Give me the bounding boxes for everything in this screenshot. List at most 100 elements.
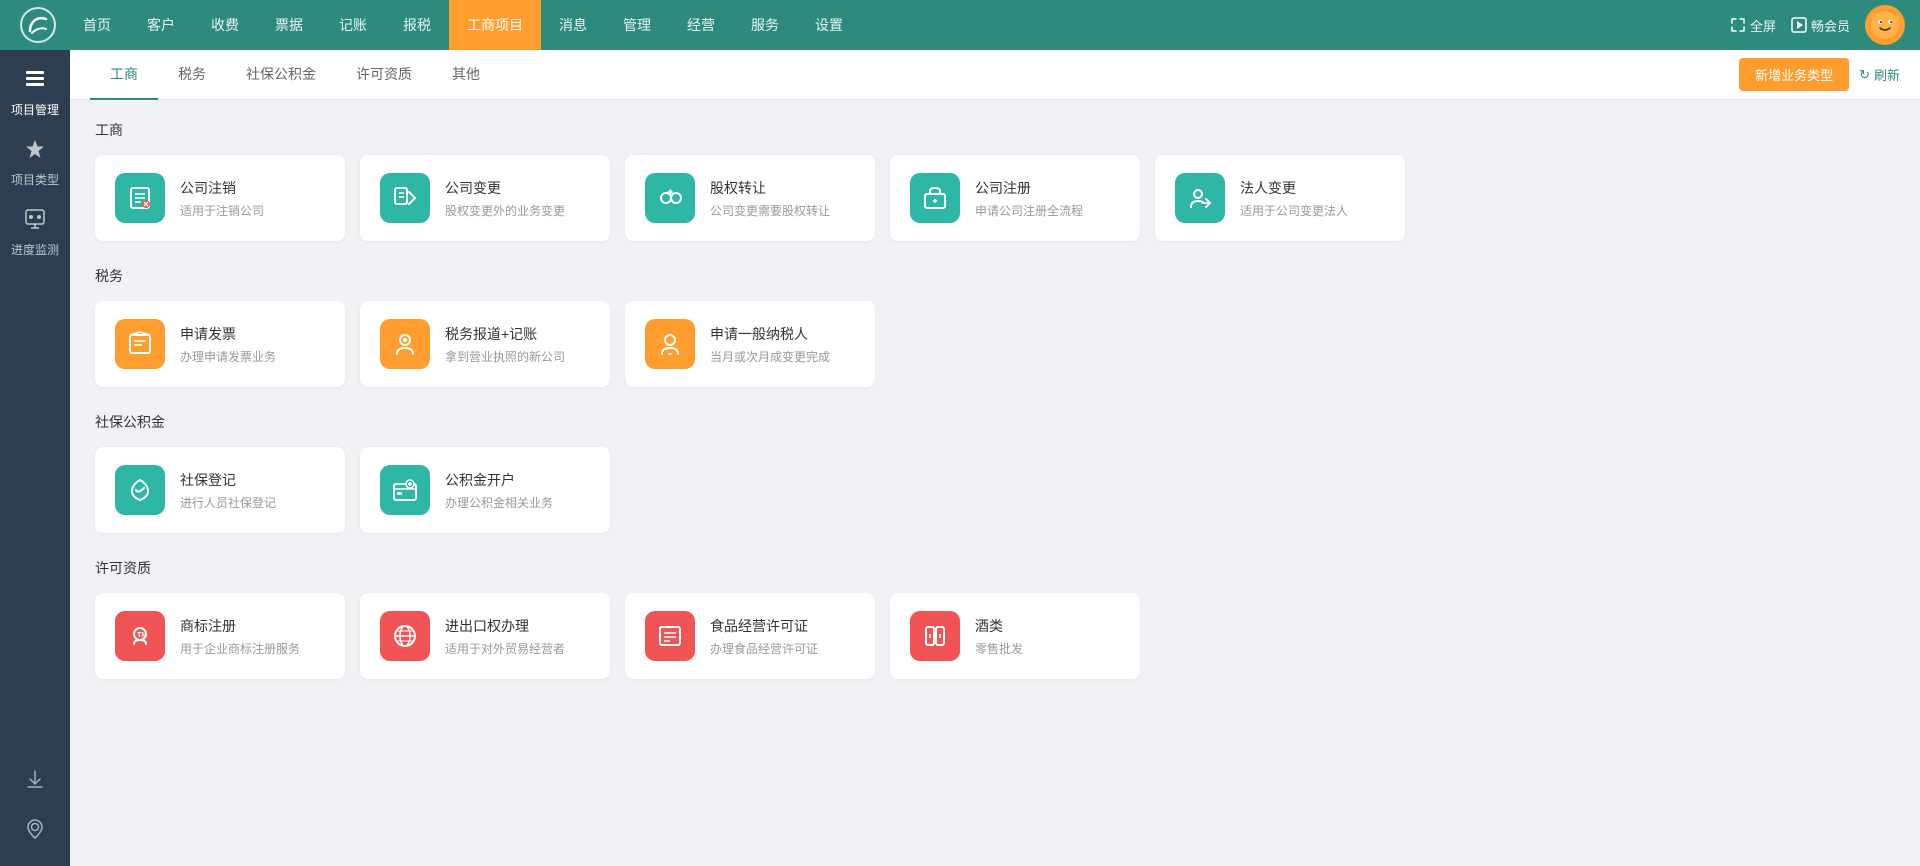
tab-social-insurance[interactable]: 社保公积金 — [226, 50, 336, 100]
card-desc-fund-account: 办理公积金相关业务 — [445, 494, 553, 511]
play-icon — [1791, 17, 1807, 33]
sidebar: 项目管理 项目类型 进度监测 — [0, 50, 70, 866]
card-icon-legal-change — [1175, 173, 1225, 223]
card-icon-apply-invoice — [115, 319, 165, 369]
card-apply-invoice[interactable]: 申请发票 办理申请发票业务 — [95, 301, 345, 387]
card-info-trademark: 商标注册 用于企业商标注册服务 — [180, 616, 300, 657]
card-info-alcohol: 酒类 零售批发 — [975, 616, 1023, 657]
card-title-tax-report: 税务报道+记账 — [445, 324, 565, 344]
card-info-apply-invoice: 申请发票 办理申请发票业务 — [180, 324, 276, 365]
card-title-trademark: 商标注册 — [180, 616, 300, 636]
nav-home[interactable]: 首页 — [65, 0, 129, 50]
tab-bar: 工商 税务 社保公积金 许可资质 其他 新增业务类型 ↻ 刷新 — [70, 50, 1920, 100]
card-desc-social-register: 进行人员社保登记 — [180, 494, 276, 511]
card-desc-import-export: 适用于对外贸易经营者 — [445, 640, 565, 657]
tab-commerce[interactable]: 工商 — [90, 50, 158, 100]
nav-message[interactable]: 消息 — [541, 0, 605, 50]
nav-tax[interactable]: 报税 — [385, 0, 449, 50]
card-info-social-register: 社保登记 进行人员社保登记 — [180, 470, 276, 511]
card-social-register[interactable]: 社保登记 进行人员社保登记 — [95, 447, 345, 533]
card-desc-alcohol: 零售批发 — [975, 640, 1023, 657]
card-icon-equity-transfer — [645, 173, 695, 223]
card-desc-company-register: 申请公司注册全流程 — [975, 202, 1083, 219]
tab-tax[interactable]: 税务 — [158, 50, 226, 100]
card-trademark[interactable]: TM 商标注册 用于企业商标注册服务 — [95, 593, 345, 679]
nav-client[interactable]: 客户 — [129, 0, 193, 50]
refresh-icon: ↻ — [1859, 67, 1870, 83]
nav-accounting[interactable]: 记账 — [321, 0, 385, 50]
sidebar-item-progress-monitor[interactable]: 进度监测 — [0, 200, 70, 265]
nav-fee[interactable]: 收费 — [193, 0, 257, 50]
card-legal-change[interactable]: 法人变更 适用于公司变更法人 — [1155, 155, 1405, 241]
card-tax-report[interactable]: 税务报道+记账 拿到营业执照的新公司 — [360, 301, 610, 387]
nav-manage[interactable]: 管理 — [605, 0, 669, 50]
section-title-permit: 许可资质 — [95, 558, 1895, 578]
sidebar-item-project-type[interactable]: 项目类型 — [0, 130, 70, 195]
top-nav-right: 全屏 畅会员 — [1730, 5, 1920, 45]
card-title-company-cancel: 公司注销 — [180, 178, 264, 198]
card-desc-equity-transfer: 公司变更需要股权转让 — [710, 202, 830, 219]
refresh-label: 刷新 — [1874, 65, 1900, 84]
section-title-commerce: 工商 — [95, 120, 1895, 140]
card-icon-alcohol — [910, 611, 960, 661]
card-import-export[interactable]: 进出口权办理 适用于对外贸易经营者 — [360, 593, 610, 679]
card-info-general-taxpayer: 申请一般纳税人 当月或次月成变更完成 — [710, 324, 830, 365]
card-info-food-permit: 食品经营许可证 办理食品经营许可证 — [710, 616, 818, 657]
card-icon-tax-report — [380, 319, 430, 369]
top-nav: 首页 客户 收费 票据 记账 报税 工商项目 消息 管理 经营 服务 设置 全屏… — [0, 0, 1920, 50]
nav-operation[interactable]: 经营 — [669, 0, 733, 50]
card-company-change[interactable]: 公司变更 股权变更外的业务变更 — [360, 155, 610, 241]
card-title-alcohol: 酒类 — [975, 616, 1023, 636]
refresh-button[interactable]: ↻ 刷新 — [1859, 65, 1900, 84]
download-button[interactable] — [0, 756, 70, 801]
nav-commerce[interactable]: 工商项目 — [449, 0, 541, 50]
tab-actions: 新增业务类型 ↻ 刷新 — [1739, 58, 1900, 91]
sidebar-label-project-type: 项目类型 — [11, 171, 59, 188]
nav-service[interactable]: 服务 — [733, 0, 797, 50]
monitor-icon — [24, 208, 46, 236]
top-nav-menu: 首页 客户 收费 票据 记账 报税 工商项目 消息 管理 经营 服务 设置 — [65, 0, 1730, 50]
card-title-company-change: 公司变更 — [445, 178, 565, 198]
add-service-type-button[interactable]: 新增业务类型 — [1739, 58, 1849, 91]
location-button[interactable] — [0, 806, 70, 851]
tab-other[interactable]: 其他 — [432, 50, 500, 100]
card-company-cancel[interactable]: 公司注销 适用于注销公司 — [95, 155, 345, 241]
card-fund-account[interactable]: 公积金开户 办理公积金相关业务 — [360, 447, 610, 533]
card-icon-social-register — [115, 465, 165, 515]
card-title-company-register: 公司注册 — [975, 178, 1083, 198]
card-equity-transfer[interactable]: 股权转让 公司变更需要股权转让 — [625, 155, 875, 241]
card-icon-food-permit — [645, 611, 695, 661]
card-icon-trademark: TM — [115, 611, 165, 661]
tab-permit[interactable]: 许可资质 — [336, 50, 432, 100]
card-icon-company-change — [380, 173, 430, 223]
nav-invoice[interactable]: 票据 — [257, 0, 321, 50]
sidebar-item-project-management[interactable]: 项目管理 — [0, 60, 70, 125]
star-icon — [24, 138, 46, 166]
card-title-general-taxpayer: 申请一般纳税人 — [710, 324, 830, 344]
card-title-legal-change: 法人变更 — [1240, 178, 1348, 198]
section-permit: 许可资质 TM 商标注册 用于企业商标注册服 — [95, 558, 1895, 679]
nav-settings[interactable]: 设置 — [797, 0, 861, 50]
sidebar-label-progress-monitor: 进度监测 — [11, 241, 59, 258]
logo — [10, 0, 65, 50]
cards-grid-social-insurance: 社保登记 进行人员社保登记 — [95, 447, 1895, 533]
section-social-insurance: 社保公积金 社保登记 进行人员社保登记 — [95, 412, 1895, 533]
mascot-avatar[interactable] — [1865, 5, 1905, 45]
card-alcohol[interactable]: 酒类 零售批发 — [890, 593, 1140, 679]
mascot-icon — [1869, 9, 1901, 41]
card-food-permit[interactable]: 食品经营许可证 办理食品经营许可证 — [625, 593, 875, 679]
content-area: 工商 税务 社保公积金 许可资质 其他 新增业务类型 ↻ 刷新 工商 — [70, 50, 1920, 866]
fullscreen-label: 全屏 — [1750, 16, 1776, 35]
sidebar-bottom — [0, 756, 70, 866]
fullscreen-button[interactable]: 全屏 — [1730, 16, 1776, 35]
member-button[interactable]: 畅会员 — [1791, 16, 1850, 35]
card-company-register[interactable]: 公司注册 申请公司注册全流程 — [890, 155, 1140, 241]
cards-grid-permit: TM 商标注册 用于企业商标注册服务 — [95, 593, 1895, 679]
section-commerce: 工商 — [95, 120, 1895, 241]
card-info-company-register: 公司注册 申请公司注册全流程 — [975, 178, 1083, 219]
sidebar-label-project-management: 项目管理 — [11, 101, 59, 118]
card-desc-food-permit: 办理食品经营许可证 — [710, 640, 818, 657]
card-info-import-export: 进出口权办理 适用于对外贸易经营者 — [445, 616, 565, 657]
card-general-taxpayer[interactable]: 申请一般纳税人 当月或次月成变更完成 — [625, 301, 875, 387]
list-icon — [24, 68, 46, 96]
